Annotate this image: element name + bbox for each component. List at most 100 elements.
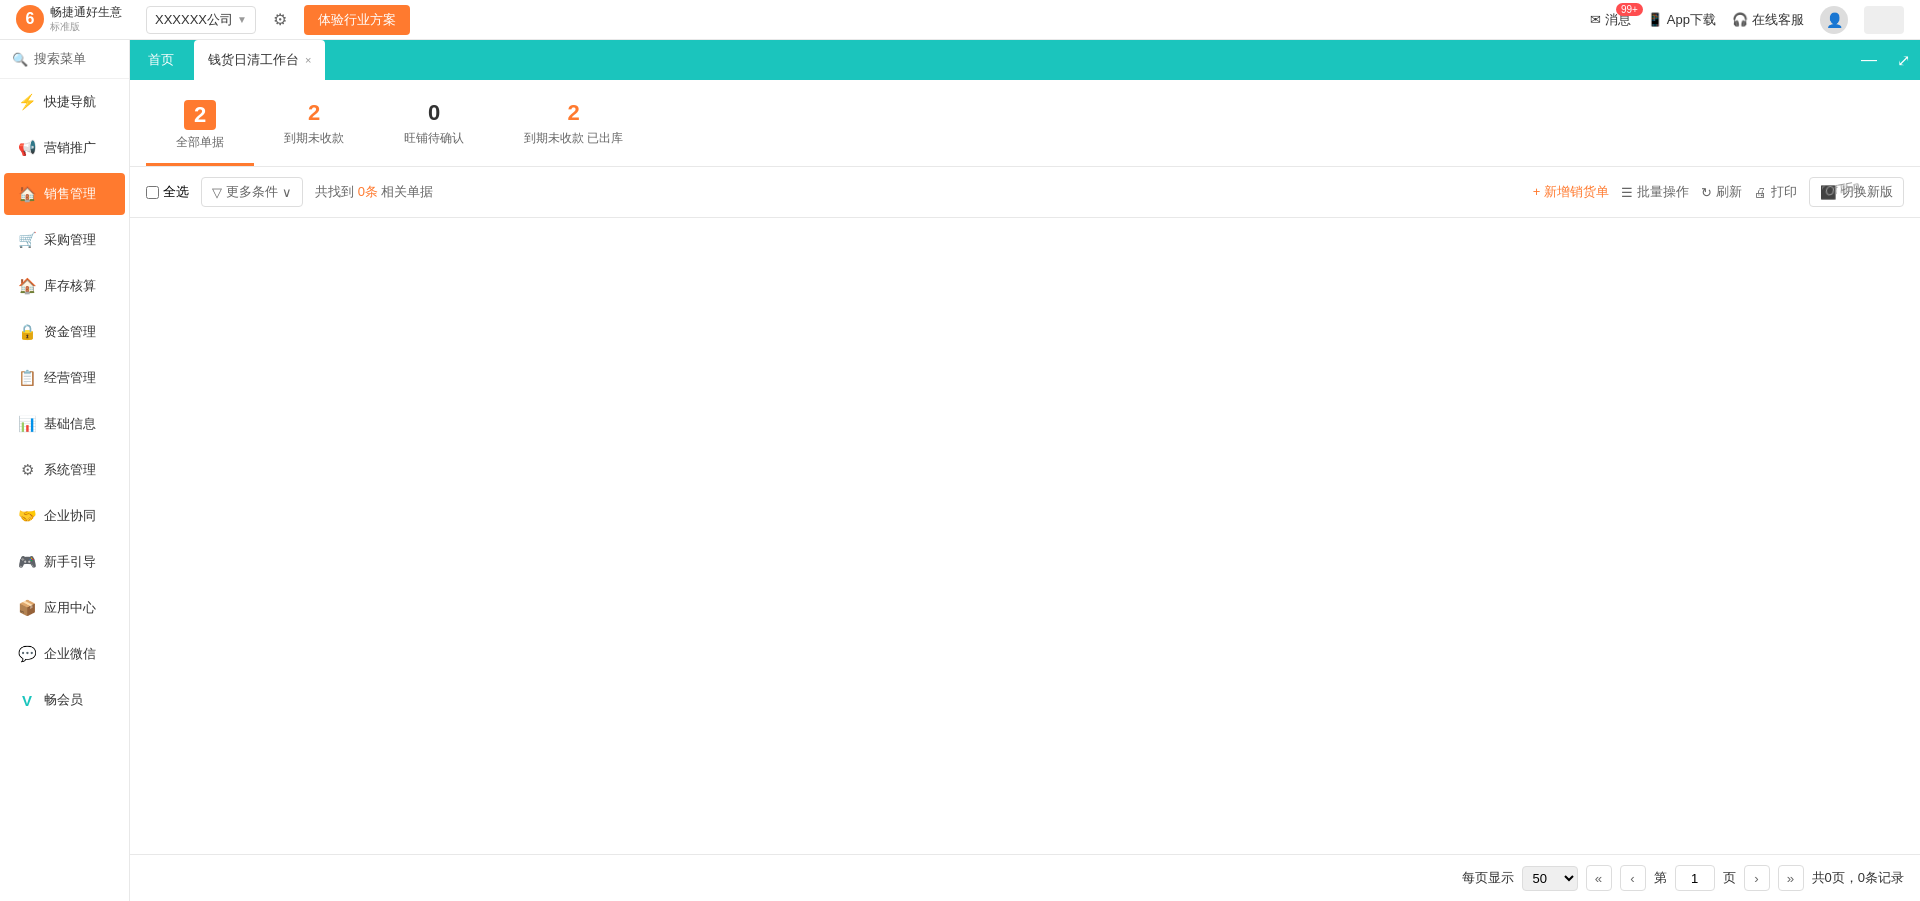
page-content: 2 全部单据 2 到期未收款 0 旺铺待确认 2 到期未收款 已出库 — [130, 80, 1920, 901]
sidebar-label-app-center: 应用中心 — [44, 599, 96, 617]
tab-current-label: 钱货日清工作台 — [208, 51, 299, 69]
per-page-select[interactable]: 50 10 20 100 — [1522, 866, 1578, 891]
guide-icon: 🎮 — [18, 553, 36, 571]
tab-home-label: 首页 — [148, 51, 174, 69]
sidebar-label-guide: 新手引导 — [44, 553, 96, 571]
tab-home[interactable]: 首页 — [130, 40, 192, 80]
sidebar-label-operations: 经营管理 — [44, 369, 96, 387]
stat-num-overdue: 2 — [308, 100, 320, 126]
search-icon: 🔍 — [12, 52, 28, 67]
sidebar-label-quick-nav: 快捷导航 — [44, 93, 96, 111]
sidebar-item-wechat[interactable]: 💬 企业微信 — [4, 633, 125, 675]
sidebar-item-sales[interactable]: 🏠 销售管理 — [4, 173, 125, 215]
inventory-icon: 🏠 — [18, 277, 36, 295]
stat-tab-overdue[interactable]: 2 到期未收款 — [254, 92, 374, 166]
stat-num-wangpu: 0 — [428, 100, 440, 126]
sidebar-item-finance[interactable]: 🔒 资金管理 — [4, 311, 125, 353]
select-all-checkbox[interactable]: 全选 — [146, 183, 189, 201]
page-input[interactable] — [1675, 865, 1715, 891]
app-download-button[interactable]: 📱 App下载 — [1647, 11, 1716, 29]
download-icon: 📱 — [1647, 12, 1663, 27]
trial-button[interactable]: 体验行业方案 — [304, 5, 410, 35]
sidebar-label-sales: 销售管理 — [44, 185, 96, 203]
select-all-input[interactable] — [146, 186, 159, 199]
tab-minimize-button[interactable]: — — [1851, 40, 1887, 80]
tab-current[interactable]: 钱货日清工作台 × — [194, 40, 325, 80]
sidebar-item-inventory[interactable]: 🏠 库存核算 — [4, 265, 125, 307]
sidebar-label-cooperation: 企业协同 — [44, 507, 96, 525]
tab-expand-button[interactable]: ⤢ — [1887, 40, 1920, 80]
message-icon: ✉ — [1590, 12, 1601, 27]
batch-label: 批量操作 — [1637, 183, 1689, 201]
sidebar-item-operations[interactable]: 📋 经营管理 — [4, 357, 125, 399]
prev-page-icon: ‹ — [1630, 871, 1634, 886]
app-title: 畅捷通好生意 — [50, 5, 122, 19]
online-service-button[interactable]: 🎧 在线客服 — [1732, 11, 1804, 29]
add-sales-order-button[interactable]: + 新增销货单 — [1533, 183, 1609, 201]
logo-icon: 6 — [16, 5, 44, 33]
next-page-button[interactable]: › — [1744, 865, 1770, 891]
stat-tab-overdue-shipped[interactable]: 2 到期未收款 已出库 — [494, 92, 653, 166]
sidebar-label-purchase: 采购管理 — [44, 231, 96, 249]
sidebar-label-finance: 资金管理 — [44, 323, 96, 341]
print-button[interactable]: 🖨 打印 — [1754, 183, 1797, 201]
refresh-button[interactable]: ↻ 刷新 — [1701, 183, 1742, 201]
sidebar-label-basic-info: 基础信息 — [44, 415, 96, 433]
filter-button[interactable]: ▽ 更多条件 ∨ — [201, 177, 303, 207]
sidebar-search-label: 搜索菜单 — [34, 50, 86, 68]
app-center-icon: 📦 — [18, 599, 36, 617]
app-tag: 标准版 — [50, 20, 122, 34]
sidebar-item-system[interactable]: ⚙ 系统管理 — [4, 449, 125, 491]
company-selector[interactable]: XXXXXX公司 ▼ — [146, 6, 256, 34]
tab-close-icon[interactable]: × — [305, 54, 311, 66]
sidebar-item-purchase[interactable]: 🛒 采购管理 — [4, 219, 125, 261]
operations-icon: 📋 — [18, 369, 36, 387]
tab-bar-actions: — ⤢ — [1851, 40, 1920, 80]
last-page-icon: » — [1787, 871, 1794, 886]
first-page-icon: « — [1595, 871, 1602, 886]
stats-bar: 2 全部单据 2 到期未收款 0 旺铺待确认 2 到期未收款 已出库 — [130, 80, 1920, 167]
avatar[interactable]: 👤 — [1820, 6, 1848, 34]
sidebar-item-guide[interactable]: 🎮 新手引导 — [4, 541, 125, 583]
batch-icon: ☰ — [1621, 185, 1633, 200]
sidebar-item-app-center[interactable]: 📦 应用中心 — [4, 587, 125, 629]
sidebar: 🔍 搜索菜单 ⚡ 快捷导航 📢 营销推广 🏠 销售管理 🛒 采购管理 🏠 库存核… — [0, 40, 130, 901]
refresh-label: 刷新 — [1716, 183, 1742, 201]
sidebar-item-basic-info[interactable]: 📊 基础信息 — [4, 403, 125, 445]
basic-info-icon: 📊 — [18, 415, 36, 433]
batch-operation-button[interactable]: ☰ 批量操作 — [1621, 183, 1689, 201]
tab-bar: 首页 钱货日清工作台 × — ⤢ — [130, 40, 1920, 80]
sidebar-item-marketing[interactable]: 📢 营销推广 — [4, 127, 125, 169]
content-area: 首页 钱货日清工作台 × — ⤢ 2 全部单据 — [130, 40, 1920, 901]
select-all-label: 全选 — [163, 183, 189, 201]
sidebar-label-inventory: 库存核算 — [44, 277, 96, 295]
sales-icon: 🏠 — [18, 185, 36, 203]
stat-tab-all[interactable]: 2 全部单据 — [146, 92, 254, 166]
filter-arrow-icon: ∨ — [282, 185, 292, 200]
sidebar-item-member[interactable]: V 畅会员 — [4, 679, 125, 721]
message-button[interactable]: ✉ 消息 99+ — [1590, 11, 1631, 29]
company-name: XXXXXX公司 — [155, 11, 233, 29]
purchase-icon: 🛒 — [18, 231, 36, 249]
prev-page-button[interactable]: ‹ — [1620, 865, 1646, 891]
stat-label-all: 全部单据 — [176, 134, 224, 151]
stat-tab-wangpu[interactable]: 0 旺铺待确认 — [374, 92, 494, 166]
sidebar-item-quick-nav[interactable]: ⚡ 快捷导航 — [4, 81, 125, 123]
avatar-icon: 👤 — [1826, 12, 1843, 28]
settings-button[interactable]: ⚙ — [264, 4, 296, 36]
filter-icon: ▽ — [212, 185, 222, 200]
logo-area: 6 畅捷通好生意 标准版 — [16, 5, 146, 33]
quick-nav-icon: ⚡ — [18, 93, 36, 111]
sidebar-label-system: 系统管理 — [44, 461, 96, 479]
last-page-button[interactable]: » — [1778, 865, 1804, 891]
marketing-icon: 📢 — [18, 139, 36, 157]
sidebar-item-cooperation[interactable]: 🤝 企业协同 — [4, 495, 125, 537]
cooperation-icon: 🤝 — [18, 507, 36, 525]
app-download-label: App下载 — [1667, 11, 1716, 29]
user-menu[interactable] — [1864, 6, 1904, 34]
stat-label-overdue: 到期未收款 — [284, 130, 344, 147]
sidebar-label-wechat: 企业微信 — [44, 645, 96, 663]
first-page-button[interactable]: « — [1586, 865, 1612, 891]
table-area — [130, 218, 1920, 854]
sidebar-search[interactable]: 🔍 搜索菜单 — [0, 40, 129, 79]
